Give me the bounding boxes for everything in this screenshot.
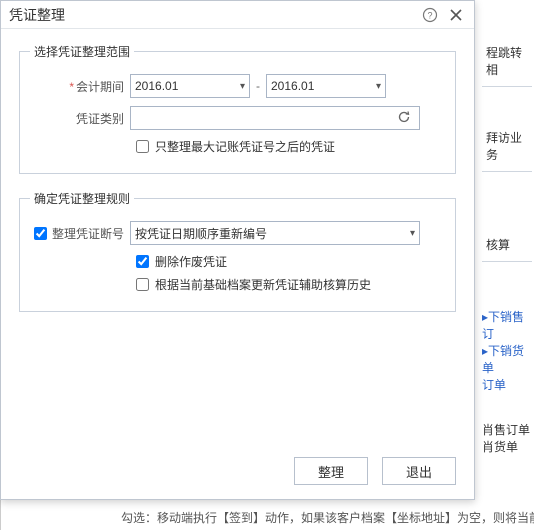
ok-button[interactable]: 整理 — [294, 457, 368, 485]
reseq-label: 整理凭证断号 — [50, 225, 130, 242]
reseq-mode-combo[interactable]: 按凭证日期顺序重新编号 ▾ — [130, 221, 420, 245]
rule-fieldset: 确定凭证整理规则 整理凭证断号 按凭证日期顺序重新编号 ▾ 删除作废凭证 根据当… — [19, 190, 456, 312]
bg-links: ▸下销售订 ▸下销货单 订单 — [482, 308, 532, 393]
svg-text:?: ? — [427, 10, 432, 20]
only-after-last-label: 只整理最大记账凭证号之后的凭证 — [155, 138, 335, 155]
voucher-type-input[interactable] — [130, 106, 420, 130]
period-dash: - — [256, 79, 260, 93]
reseq-checkbox[interactable] — [34, 227, 47, 240]
voucher-type-label: 凭证类别 — [30, 110, 130, 127]
rule-legend: 确定凭证整理规则 — [30, 190, 134, 207]
dialog-body: 选择凭证整理范围 *会计期间 2016.01 ▾ - 2016.01 ▾ 凭证类… — [1, 29, 474, 445]
bg-text: 程跳转相 — [482, 36, 532, 87]
lookup-icon[interactable] — [393, 110, 415, 127]
chevron-down-icon: ▾ — [240, 81, 245, 92]
period-label: *会计期间 — [30, 78, 130, 95]
update-aux-row: 根据当前基础档案更新凭证辅助核算历史 — [136, 276, 445, 293]
delete-void-checkbox[interactable] — [136, 255, 149, 268]
bg-footer: 勾选：移动端执行【签到】动作，如果该客户档案【坐标地址】为空，则将当前签到的 — [121, 509, 534, 526]
bg-text: 核算 — [482, 228, 532, 262]
delete-void-label: 删除作废凭证 — [155, 253, 227, 270]
reseq-row: 整理凭证断号 按凭证日期顺序重新编号 ▾ — [30, 221, 445, 245]
only-after-last-row: 只整理最大记账凭证号之后的凭证 — [136, 138, 445, 155]
only-after-last-checkbox[interactable] — [136, 140, 149, 153]
period-to-combo[interactable]: 2016.01 ▾ — [266, 74, 386, 98]
delete-void-row: 删除作废凭证 — [136, 253, 445, 270]
range-fieldset: 选择凭证整理范围 *会计期间 2016.01 ▾ - 2016.01 ▾ 凭证类… — [19, 43, 456, 174]
voucher-type-row: 凭证类别 — [30, 106, 445, 130]
dialog-titlebar: 凭证整理 ? — [1, 1, 474, 29]
dialog-title: 凭证整理 — [9, 5, 414, 25]
bg-text: 肖售订单 肖货单 — [482, 421, 532, 455]
period-row: *会计期间 2016.01 ▾ - 2016.01 ▾ — [30, 74, 445, 98]
period-from-combo[interactable]: 2016.01 ▾ — [130, 74, 250, 98]
update-aux-label: 根据当前基础档案更新凭证辅助核算历史 — [155, 276, 371, 293]
close-icon[interactable] — [446, 5, 466, 25]
voucher-cleanup-dialog: 凭证整理 ? 选择凭证整理范围 *会计期间 2016.01 ▾ - 2016.0… — [0, 0, 475, 500]
cancel-button[interactable]: 退出 — [382, 457, 456, 485]
bg-text: 拜访业务 — [482, 121, 532, 172]
range-legend: 选择凭证整理范围 — [30, 43, 134, 60]
chevron-down-icon: ▾ — [376, 81, 381, 92]
dialog-buttons: 整理 退出 — [1, 445, 474, 499]
update-aux-checkbox[interactable] — [136, 278, 149, 291]
chevron-down-icon: ▾ — [410, 228, 415, 239]
help-icon[interactable]: ? — [420, 5, 440, 25]
